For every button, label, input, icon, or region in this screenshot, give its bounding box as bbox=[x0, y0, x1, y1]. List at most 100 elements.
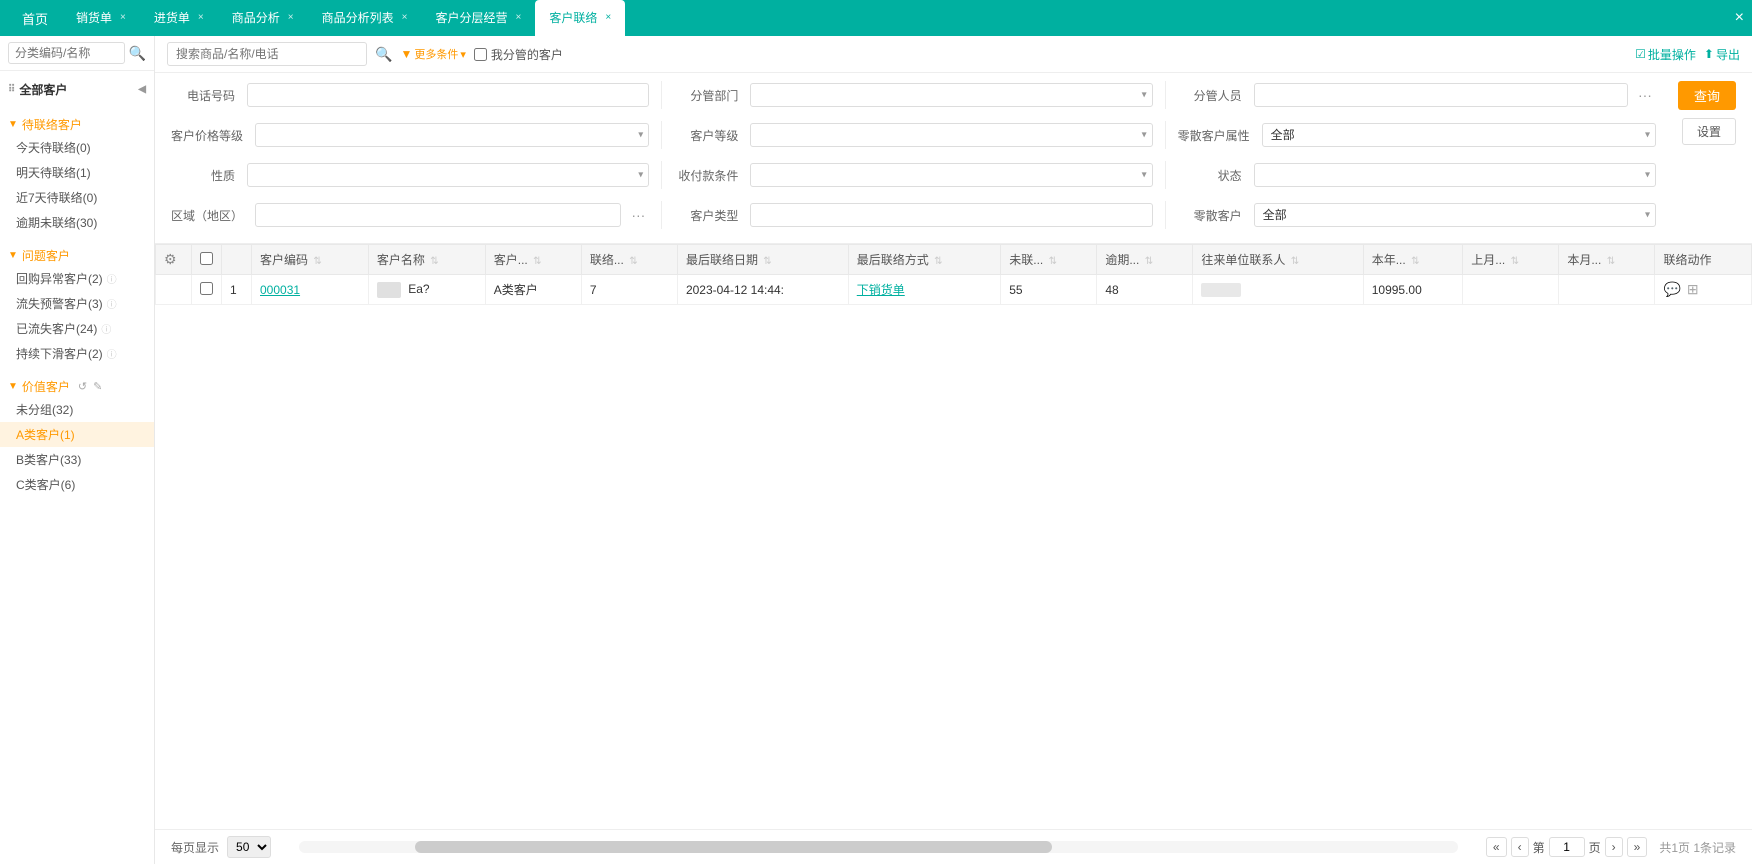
tab-product-analysis[interactable]: 商品分析 × bbox=[218, 0, 308, 36]
sort-uncontacted-icon[interactable]: ⇅ bbox=[1049, 256, 1057, 267]
td-last-method[interactable]: 下销货单 bbox=[848, 275, 1000, 305]
customer-type-input[interactable] bbox=[750, 203, 1152, 227]
status-select[interactable] bbox=[1254, 163, 1656, 187]
top-navigation: 首页 销货单 × 进货单 × 商品分析 × 商品分析列表 × 客户分层经营 × … bbox=[0, 0, 1752, 36]
sort-this-month-icon[interactable]: ⇅ bbox=[1607, 256, 1615, 267]
table-settings-icon[interactable]: ⚙ bbox=[164, 251, 177, 267]
search-input[interactable] bbox=[167, 42, 367, 66]
close-customer-segment-icon[interactable]: × bbox=[515, 0, 521, 36]
select-all-checkbox[interactable] bbox=[200, 252, 213, 265]
filter-toolbar: 🔍 ▼ 更多条件 ▾ 我分管的客户 ☑ 批量操作 ⬆ 导出 bbox=[155, 36, 1752, 73]
person-dots-button[interactable]: ··· bbox=[1634, 87, 1656, 103]
search-button[interactable]: 🔍 bbox=[375, 46, 392, 63]
page-input[interactable] bbox=[1549, 837, 1585, 857]
settings-button[interactable]: 设置 bbox=[1682, 118, 1736, 145]
sidebar-item-unclassified[interactable]: 未分组(32) bbox=[0, 397, 154, 422]
sidebar-item-class-b[interactable]: B类客户(33) bbox=[0, 447, 154, 472]
price-level-select[interactable] bbox=[255, 123, 649, 147]
price-level-label: 客户价格等级 bbox=[171, 127, 249, 144]
area-dots-button[interactable]: ··· bbox=[627, 207, 649, 223]
td-code[interactable]: 000031 bbox=[252, 275, 369, 305]
sidebar-search-icon[interactable]: 🔍 bbox=[129, 45, 146, 62]
tab-product-analysis-list[interactable]: 商品分析列表 × bbox=[308, 0, 422, 36]
th-last-month: 上月... ⇅ bbox=[1463, 245, 1559, 275]
home-tab[interactable]: 首页 bbox=[8, 9, 62, 28]
td-last-date: 2023-04-12 14:44: bbox=[677, 275, 848, 305]
tab-purchase-order[interactable]: 进货单 × bbox=[140, 0, 218, 36]
sidebar-item-declining[interactable]: 持续下滑客户(2) ⓘ bbox=[0, 341, 154, 366]
sort-level-icon[interactable]: ⇅ bbox=[533, 256, 541, 267]
retail-attr-label: 零散客户属性 bbox=[1178, 127, 1256, 144]
sidebar-item-churned[interactable]: 已流失客户(24) ⓘ bbox=[0, 316, 154, 341]
collapse-icon[interactable]: ◀ bbox=[138, 84, 146, 95]
retail-select-wrap: 全部 bbox=[1254, 203, 1656, 227]
close-customer-contact-icon[interactable]: × bbox=[605, 0, 611, 36]
per-page-select[interactable]: 50 bbox=[227, 836, 271, 858]
sort-code-icon[interactable]: ⇅ bbox=[313, 256, 321, 267]
sort-overdue-icon[interactable]: ⇅ bbox=[1145, 256, 1153, 267]
batch-op-icon: ☑ bbox=[1635, 47, 1646, 61]
sidebar-item-class-c[interactable]: C类客户(6) bbox=[0, 472, 154, 497]
filter-row-3: 性质 收付款条件 bbox=[171, 161, 1656, 189]
pagination: « ‹ 第 页 › » 共1页 1条记录 bbox=[1486, 837, 1736, 857]
td-name: Ea? bbox=[368, 275, 485, 305]
export-icon: ⬆ bbox=[1704, 47, 1714, 61]
scrollbar-thumb[interactable] bbox=[415, 841, 1052, 853]
area-input[interactable] bbox=[255, 203, 621, 227]
close-purchase-order-icon[interactable]: × bbox=[198, 0, 204, 36]
more-filters-button[interactable]: ▼ 更多条件 ▾ bbox=[400, 46, 465, 62]
all-customers-header[interactable]: ⠿ 全部客户 ◀ bbox=[0, 75, 154, 104]
export-button[interactable]: ⬆ 导出 bbox=[1704, 46, 1740, 63]
level-select[interactable] bbox=[750, 123, 1152, 147]
sidebar-item-7days[interactable]: 近7天待联络(0) bbox=[0, 185, 154, 210]
th-code: 客户编码 ⇅ bbox=[252, 245, 369, 275]
tab-customer-segment[interactable]: 客户分层经营 × bbox=[421, 0, 535, 36]
batch-op-button[interactable]: ☑ 批量操作 bbox=[1635, 46, 1696, 63]
sidebar-item-repurchase-abnormal[interactable]: 回购异常客户(2) ⓘ bbox=[0, 266, 154, 291]
phone-input[interactable] bbox=[247, 83, 649, 107]
tab-customer-contact[interactable]: 客户联络 × bbox=[535, 0, 625, 36]
problem-customers-group[interactable]: ▼ 问题客户 bbox=[0, 243, 154, 266]
my-customers-checkbox[interactable] bbox=[474, 48, 487, 61]
chat-icon[interactable]: 💬 bbox=[1663, 281, 1680, 298]
close-all-button[interactable]: × bbox=[1735, 9, 1744, 27]
sort-last-method-icon[interactable]: ⇅ bbox=[934, 256, 942, 267]
nature-select[interactable] bbox=[247, 163, 649, 187]
my-customers-checkbox-label[interactable]: 我分管的客户 bbox=[474, 46, 563, 63]
refresh-icon[interactable]: ↺ bbox=[78, 380, 87, 393]
filter-row-1: 电话号码 分管部门 bbox=[171, 81, 1656, 109]
close-product-analysis-icon[interactable]: × bbox=[288, 0, 294, 36]
sort-last-month-icon[interactable]: ⇅ bbox=[1511, 256, 1519, 267]
close-sales-order-icon[interactable]: × bbox=[120, 0, 126, 36]
sidebar-search-input[interactable] bbox=[8, 42, 125, 64]
sidebar-item-overdue[interactable]: 逾期未联络(30) bbox=[0, 210, 154, 235]
sort-this-year-icon[interactable]: ⇅ bbox=[1411, 256, 1419, 267]
tab-sales-order[interactable]: 销货单 × bbox=[62, 0, 140, 36]
sort-unit-contacts-icon[interactable]: ⇅ bbox=[1291, 256, 1299, 267]
edit-icon[interactable]: ✎ bbox=[93, 380, 102, 393]
prev-page-button[interactable]: ‹ bbox=[1511, 837, 1529, 857]
person-input[interactable] bbox=[1254, 83, 1628, 107]
retail-select[interactable]: 全部 bbox=[1254, 203, 1656, 227]
next-page-button[interactable]: › bbox=[1605, 837, 1623, 857]
close-product-list-icon[interactable]: × bbox=[402, 0, 408, 36]
value-customers-group[interactable]: ▼ 价值客户 ↺ ✎ bbox=[0, 374, 154, 397]
query-button[interactable]: 查询 bbox=[1678, 81, 1736, 110]
sort-contacts-icon[interactable]: ⇅ bbox=[629, 256, 637, 267]
pending-contact-group[interactable]: ▼ 待联络客户 bbox=[0, 112, 154, 135]
first-page-button[interactable]: « bbox=[1486, 837, 1507, 857]
horizontal-scrollbar[interactable] bbox=[299, 841, 1458, 853]
sort-name-icon[interactable]: ⇅ bbox=[430, 256, 438, 267]
last-page-button[interactable]: » bbox=[1627, 837, 1648, 857]
sidebar-item-tomorrow[interactable]: 明天待联络(1) bbox=[0, 160, 154, 185]
td-overdue: 48 bbox=[1097, 275, 1193, 305]
sidebar-item-today[interactable]: 今天待联络(0) bbox=[0, 135, 154, 160]
row-checkbox[interactable] bbox=[200, 282, 213, 295]
sort-last-date-icon[interactable]: ⇅ bbox=[763, 256, 771, 267]
retail-attr-select[interactable]: 全部 bbox=[1262, 123, 1656, 147]
sidebar-item-churn-warning[interactable]: 流失预警客户(3) ⓘ bbox=[0, 291, 154, 316]
sidebar-item-class-a[interactable]: A类客户(1) bbox=[0, 422, 154, 447]
qr-icon[interactable]: ⊞ bbox=[1687, 281, 1699, 298]
payment-select[interactable] bbox=[750, 163, 1152, 187]
dept-select[interactable] bbox=[750, 83, 1152, 107]
